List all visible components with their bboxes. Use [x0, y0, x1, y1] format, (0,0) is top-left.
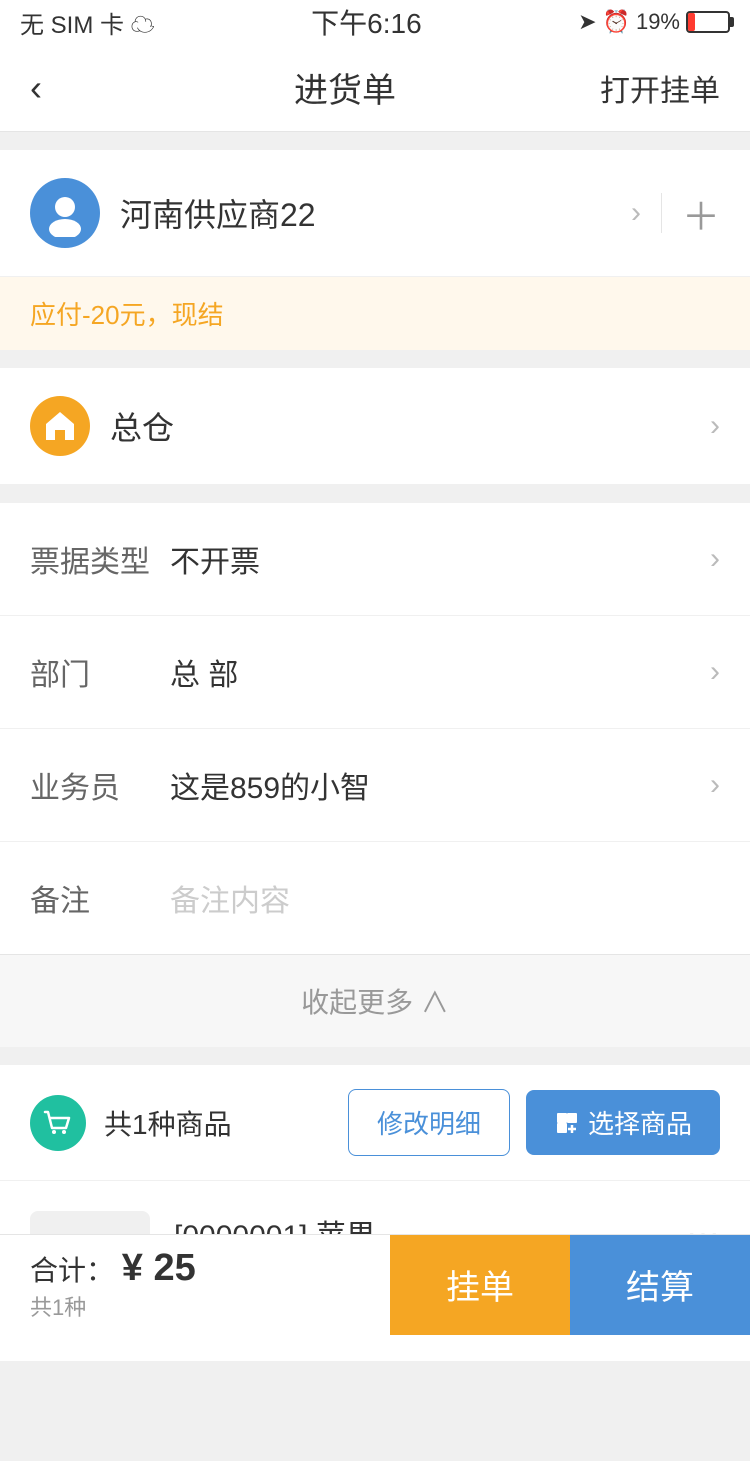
cart-icon [30, 1095, 86, 1151]
invoice-type-value: 不开票 [170, 537, 710, 581]
location-icon: ➤ [578, 9, 596, 35]
cart-svg-icon [41, 1106, 75, 1140]
supplier-section: 河南供应商22 › ＋ 应付-20元，现结 [0, 150, 750, 350]
back-button[interactable]: ‹ [30, 67, 90, 109]
section-gap-1 [0, 132, 750, 150]
salesperson-value: 这是859的小智 [170, 763, 710, 807]
total-label: 合计： [30, 1255, 114, 1286]
total-label-row: 合计： ¥ 25 [30, 1247, 360, 1290]
battery-percent: 19% [636, 9, 680, 35]
warehouse-icon [30, 396, 90, 456]
supplier-chevron-icon: › [631, 196, 641, 230]
salesperson-row[interactable]: 业务员 这是859的小智 › [0, 728, 750, 841]
open-hang-button[interactable]: 打开挂单 [600, 66, 720, 110]
supplier-divider [661, 193, 662, 233]
invoice-type-row[interactable]: 票据类型 不开票 › [0, 502, 750, 615]
warehouse-name: 总仓 [110, 403, 710, 449]
status-left: 无 SIM 卡 ☁ [20, 5, 155, 40]
remark-placeholder: 备注内容 [170, 876, 720, 920]
select-product-icon [554, 1110, 580, 1136]
salesperson-label: 业务员 [30, 763, 170, 807]
salesperson-chevron-icon: › [710, 768, 720, 802]
supplier-avatar [30, 178, 100, 248]
section-gap-4 [0, 1047, 750, 1065]
remark-row[interactable]: 备注 备注内容 [0, 841, 750, 954]
hang-button[interactable]: 挂单 [390, 1235, 570, 1335]
products-header: 共1种商品 修改明细 选择商品 [0, 1065, 750, 1180]
user-icon [41, 189, 89, 237]
invoice-type-chevron-icon: › [710, 542, 720, 576]
warehouse-chevron-icon: › [710, 409, 720, 443]
select-product-label: 选择商品 [588, 1104, 692, 1141]
total-section: 合计： ¥ 25 共1种 [0, 1247, 390, 1322]
add-button[interactable]: ＋ [682, 186, 720, 241]
status-time: 下午6:16 [311, 2, 422, 42]
department-value: 总 部 [170, 650, 710, 694]
signal-text: 无 SIM 卡 ☁ [20, 5, 155, 40]
form-section: 票据类型 不开票 › 部门 总 部 › 业务员 这是859的小智 › 备注 备注… [0, 502, 750, 954]
supplier-row[interactable]: 河南供应商22 › ＋ [0, 150, 750, 277]
invoice-type-label: 票据类型 [30, 537, 170, 581]
notice-bar: 应付-20元，现结 [0, 277, 750, 350]
warehouse-row[interactable]: 总仓 › [0, 368, 750, 484]
department-chevron-icon: › [710, 655, 720, 689]
select-product-button[interactable]: 选择商品 [526, 1090, 720, 1155]
modify-detail-button[interactable]: 修改明细 [348, 1089, 510, 1156]
status-bar: 无 SIM 卡 ☁ 下午6:16 ➤ ⏰ 19% [0, 0, 750, 44]
section-gap-2 [0, 350, 750, 368]
alarm-icon: ⏰ [603, 9, 630, 35]
section-gap-3 [0, 484, 750, 502]
total-amount: ¥ 25 [122, 1247, 196, 1289]
checkout-button[interactable]: 结算 [570, 1235, 750, 1335]
home-icon [42, 408, 78, 444]
total-count: 共1种 [30, 1290, 360, 1322]
collapse-more-button[interactable]: 收起更多 ∧ [0, 954, 750, 1047]
status-right: ➤ ⏰ 19% [578, 9, 730, 35]
nav-bar: ‹ 进货单 打开挂单 [0, 44, 750, 132]
bottom-bar: 合计： ¥ 25 共1种 挂单 结算 [0, 1234, 750, 1334]
product-count-text: 共1种商品 [104, 1103, 348, 1143]
remark-label: 备注 [30, 876, 170, 920]
supplier-name: 河南供应商22 [120, 190, 631, 236]
page-title: 进货单 [294, 63, 396, 112]
warehouse-section: 总仓 › [0, 368, 750, 484]
department-label: 部门 [30, 650, 170, 694]
department-row[interactable]: 部门 总 部 › [0, 615, 750, 728]
battery-icon [686, 11, 730, 33]
